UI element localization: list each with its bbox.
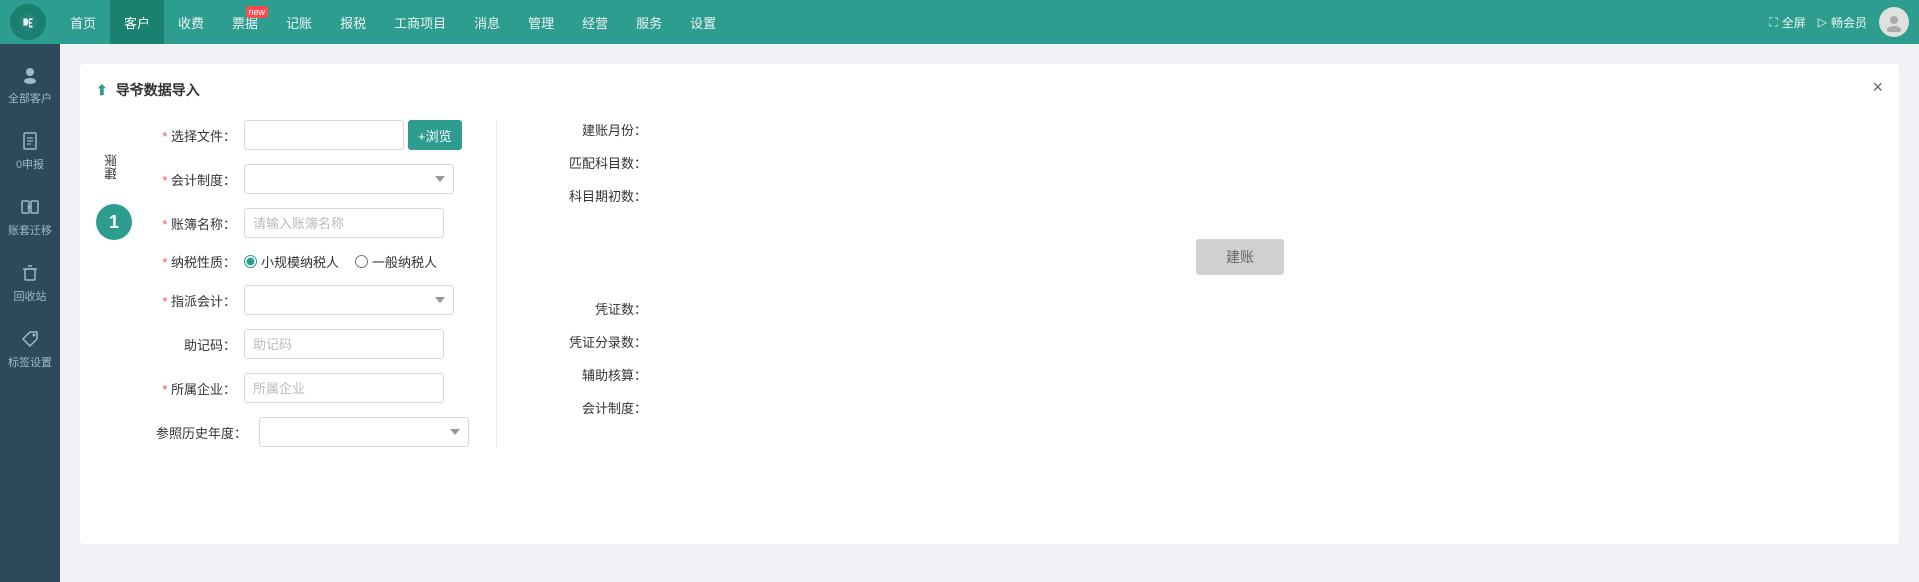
- form-grid: 选择文件： +浏览 会计制度：: [156, 120, 476, 447]
- fullscreen-icon: ⛶: [1769, 15, 1777, 30]
- subject-init-row: 科目期初数：: [557, 186, 1883, 205]
- company-input[interactable]: [244, 373, 444, 403]
- nav-items: 首页 客户 收费 票据 new 记账 报税 工商项目 消息 管理 经营 服务 设…: [56, 0, 1769, 44]
- aux-accounting-label: 辅助核算：: [557, 365, 647, 384]
- match-subject-row: 匹配科目数：: [557, 153, 1883, 172]
- nav-right: ⛶ 全屏 ▷ 畅会员: [1769, 7, 1909, 37]
- tax-option-general[interactable]: 一般纳税人: [355, 252, 437, 271]
- voucher-row: 凭证数：: [557, 299, 1883, 318]
- report-icon: [19, 130, 41, 152]
- file-row: 选择文件： +浏览: [156, 120, 476, 150]
- accounting-system-select[interactable]: [244, 164, 454, 194]
- content-area: ⬆ 导爷数据导入 × 建账 1 选择文件：: [60, 44, 1919, 582]
- sidebar-item-account-migration[interactable]: 账套迁移: [0, 186, 60, 248]
- right-section: 建账月份： 匹配科目数： 科目期初数： 建账: [517, 120, 1883, 447]
- mnemonic-row: 助记码：: [156, 329, 476, 359]
- sidebar-item-recycle[interactable]: 回收站: [0, 252, 60, 314]
- ledger-name-row: 账簿名称：: [156, 208, 476, 238]
- build-month-label: 建账月份：: [557, 120, 647, 139]
- sidebar-item-declaration[interactable]: 0申报: [0, 120, 60, 182]
- build-button[interactable]: 建账: [1196, 239, 1284, 275]
- vertical-divider: [496, 120, 497, 447]
- subject-init-label: 科目期初数：: [557, 186, 647, 205]
- file-input[interactable]: [244, 120, 404, 150]
- trash-icon: [19, 262, 41, 284]
- panel-title: 导爷数据导入: [116, 80, 200, 100]
- voucher-entries-label: 凭证分录数：: [557, 332, 647, 351]
- nav-item-tax[interactable]: 报税: [326, 0, 380, 44]
- sidebar-item-all-customers[interactable]: 全部客户: [0, 54, 60, 116]
- vip-btn[interactable]: ▷ 畅会员: [1818, 14, 1867, 31]
- nav-item-billing[interactable]: 收费: [164, 0, 218, 44]
- import-icon: ⬆: [96, 82, 108, 99]
- match-subject-label: 匹配科目数：: [557, 153, 647, 172]
- nav-item-home[interactable]: 首页: [56, 0, 110, 44]
- panel-header: ⬆ 导爷数据导入: [96, 80, 1883, 100]
- voucher-entries-row: 凭证分录数：: [557, 332, 1883, 351]
- build-month-row: 建账月份：: [557, 120, 1883, 139]
- accountant-row: 指派会计：: [156, 285, 476, 315]
- top-nav: 首页 客户 收费 票据 new 记账 报税 工商项目 消息 管理 经营 服务 设…: [0, 0, 1919, 44]
- nav-item-customer[interactable]: 客户: [110, 0, 164, 44]
- aux-accounting-row: 辅助核算：: [557, 365, 1883, 384]
- file-label: 选择文件：: [156, 126, 236, 145]
- avatar[interactable]: [1879, 7, 1909, 37]
- sidebar: 全部客户 0申报 账套迁移 回收站 标签设置: [0, 44, 60, 582]
- panel: ⬆ 导爷数据导入 × 建账 1 选择文件：: [80, 64, 1899, 544]
- vip-icon: ▷: [1818, 15, 1827, 29]
- person-icon: [19, 64, 41, 86]
- nav-item-invoice[interactable]: 票据 new: [218, 0, 272, 44]
- tax-option-small[interactable]: 小规模纳税人: [244, 252, 339, 271]
- accounting-system-label: 会计制度：: [156, 170, 236, 189]
- history-year-label: 参照历史年度：: [156, 423, 247, 442]
- nav-item-manage[interactable]: 管理: [514, 0, 568, 44]
- migrate-icon: [19, 196, 41, 218]
- new-badge: new: [246, 6, 269, 18]
- left-section: 建账 1 选择文件： +浏览: [96, 120, 476, 447]
- accountant-select[interactable]: [244, 285, 454, 315]
- mnemonic-label: 助记码：: [156, 335, 236, 354]
- step-label: 建账: [102, 140, 122, 180]
- file-input-group: +浏览: [244, 120, 462, 150]
- mnemonic-input[interactable]: [244, 329, 444, 359]
- company-row: 所属企业：: [156, 373, 476, 403]
- right-accounting-system-row: 会计制度：: [557, 398, 1883, 417]
- step-circle: 1: [96, 204, 132, 240]
- nav-item-message[interactable]: 消息: [460, 0, 514, 44]
- nav-item-account[interactable]: 记账: [272, 0, 326, 44]
- history-year-select[interactable]: [259, 417, 469, 447]
- ledger-name-input[interactable]: [244, 208, 444, 238]
- logo[interactable]: [10, 4, 46, 40]
- tax-type-row: 纳税性质： 小规模纳税人 一般纳税人: [156, 252, 476, 271]
- ledger-name-label: 账簿名称：: [156, 214, 236, 233]
- accounting-system-row: 会计制度：: [156, 164, 476, 194]
- history-year-row: 参照历史年度：: [156, 417, 476, 447]
- tax-type-radio-group: 小规模纳税人 一般纳税人: [244, 252, 437, 271]
- sidebar-item-tag-settings[interactable]: 标签设置: [0, 318, 60, 380]
- accountant-label: 指派会计：: [156, 291, 236, 310]
- browse-button[interactable]: +浏览: [408, 120, 462, 150]
- right-accounting-system-label: 会计制度：: [557, 398, 647, 417]
- nav-item-operation[interactable]: 经营: [568, 0, 622, 44]
- form-container: 建账 1 选择文件： +浏览: [96, 120, 1883, 447]
- nav-item-settings[interactable]: 设置: [676, 0, 730, 44]
- main-layout: 全部客户 0申报 账套迁移 回收站 标签设置: [0, 44, 1919, 582]
- tag-icon: [19, 328, 41, 350]
- nav-item-business[interactable]: 工商项目: [380, 0, 460, 44]
- voucher-label: 凭证数：: [557, 299, 647, 318]
- close-button[interactable]: ×: [1872, 78, 1883, 96]
- company-label: 所属企业：: [156, 379, 236, 398]
- nav-item-service[interactable]: 服务: [622, 0, 676, 44]
- fullscreen-btn[interactable]: ⛶ 全屏: [1769, 14, 1805, 31]
- tax-type-label: 纳税性质：: [156, 252, 236, 271]
